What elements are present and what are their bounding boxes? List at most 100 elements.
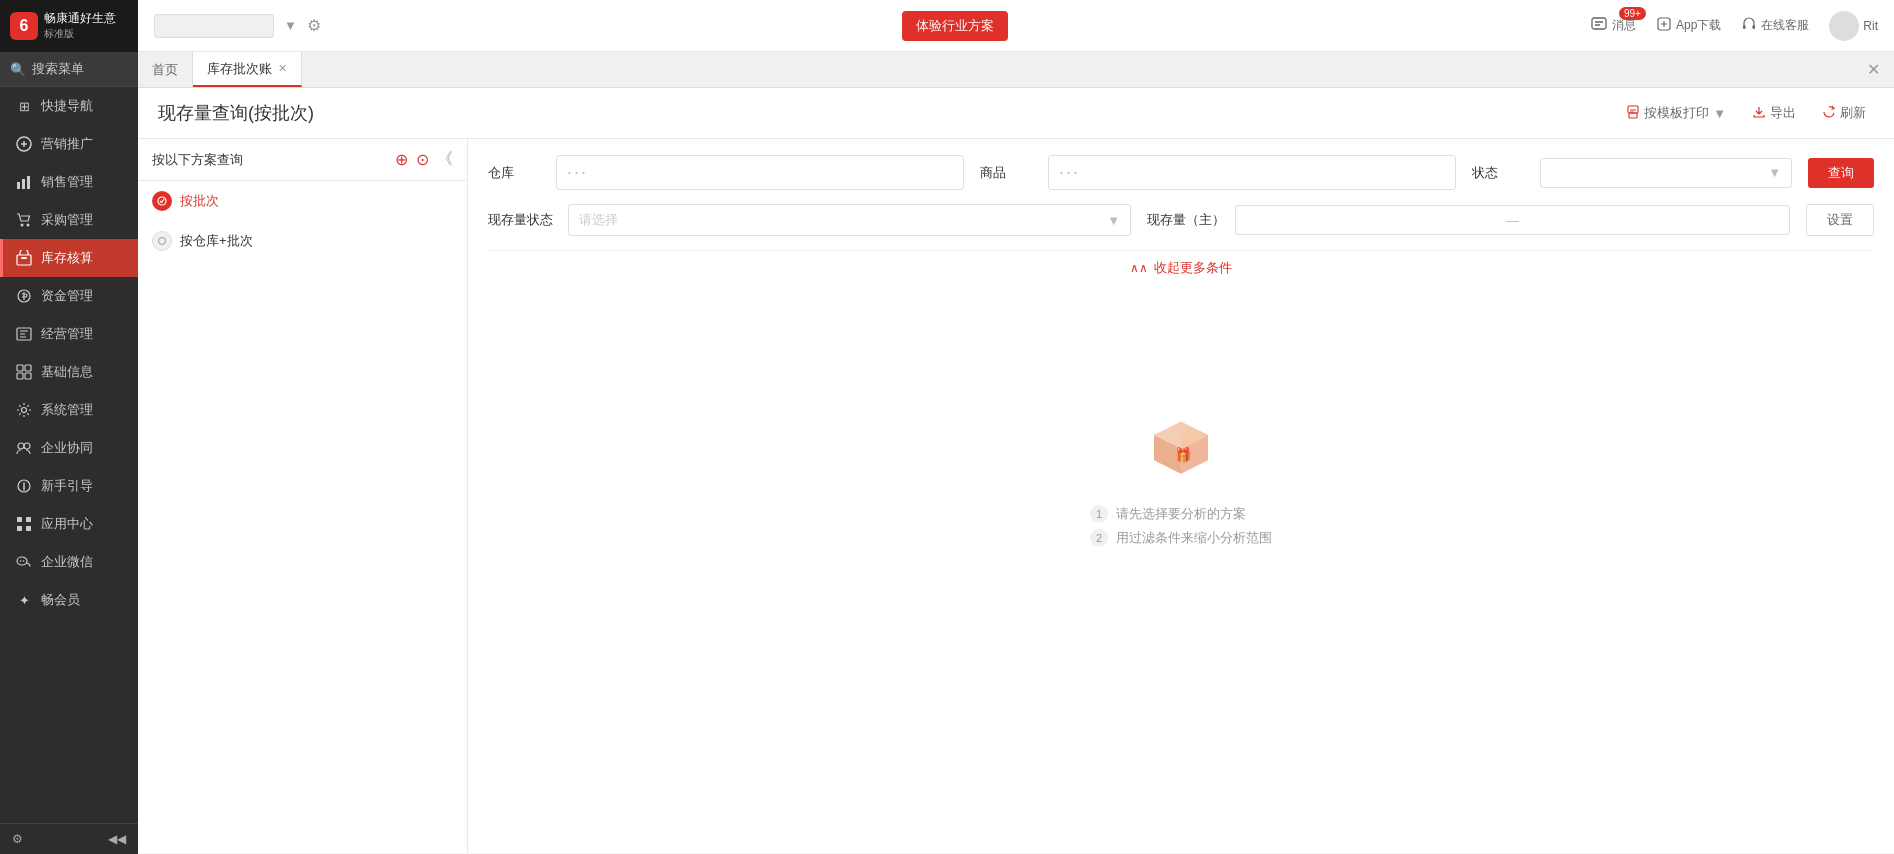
filter-row-1: 仓库 ··· 商品 ··· 状态 [488,155,1874,190]
search-input[interactable] [154,14,274,38]
status-label: 状态 [1472,164,1532,182]
svg-rect-13 [25,373,31,379]
step-1-text: 请先选择要分析的方案 [1116,505,1246,523]
sidebar-search[interactable]: 🔍 搜索菜单 [0,52,138,87]
collapse-more-btn[interactable]: ∧∧ 收起更多条件 [488,250,1874,285]
tab-close-icon[interactable]: ✕ [278,62,287,75]
settings-btn[interactable]: 设置 [1806,204,1874,236]
sidebar-item-label: 企业协同 [41,439,93,457]
tab-home[interactable]: 首页 [138,52,193,87]
settings-icon[interactable]: ⚙ [307,16,321,35]
add-filter-icon[interactable]: ⊕ [395,150,408,169]
sidebar-item-label: 库存核算 [41,249,93,267]
sidebar-item-label: 基础信息 [41,363,93,381]
member-icon: ✦ [15,591,33,609]
sidebar-item-marketing[interactable]: 营销推广 [0,125,138,163]
warehouse-label: 仓库 [488,164,548,182]
refresh-icon [1822,105,1836,122]
svg-rect-2 [22,179,25,189]
svg-rect-21 [26,526,31,531]
print-btn[interactable]: 按模板打印 ▼ [1618,100,1734,126]
stock-qty-input[interactable]: — [1235,205,1790,235]
message-icon [1590,15,1608,36]
sidebar-item-label: 畅会员 [41,591,80,609]
filter-item-by-warehouse-batch[interactable]: 按仓库+批次 [138,221,467,261]
filter-panel: 按以下方案查询 ⊕ ⊙ 《 按批次 [138,139,1894,853]
svg-text:🎁: 🎁 [1174,446,1192,464]
main-area: ▼ ⚙ 体验行业方案 消息 99+ App下载 [138,0,1894,854]
user-profile[interactable]: Rit [1829,11,1878,41]
settings-footer-btn[interactable]: ⚙ [12,832,23,846]
filter-item-label-warehouse-batch: 按仓库+批次 [180,232,253,250]
svg-point-14 [22,408,27,413]
collapse-filter-icon[interactable]: 《 [437,149,453,170]
product-field: 商品 ··· [980,155,1456,190]
experience-btn[interactable]: 体验行业方案 [902,11,1008,41]
svg-rect-27 [1743,25,1746,29]
sidebar-item-inventory[interactable]: 库存核算 [0,239,138,277]
print-dropdown-icon[interactable]: ▼ [1713,106,1726,121]
sidebar-item-operation[interactable]: 经营管理 [0,315,138,353]
top-bar-left: ▼ ⚙ [154,14,321,38]
stock-status-select[interactable]: 请选择 ▼ [568,204,1131,236]
tab-bar: 首页 库存批次账 ✕ ✕ [138,52,1894,88]
svg-point-4 [21,224,24,227]
warehouse-input[interactable]: ··· [556,155,964,190]
status-select[interactable]: ▼ [1540,158,1792,188]
system-icon [15,401,33,419]
app-info: 畅康通好生意 标准版 [44,11,116,41]
collapse-chevron-icon: ∧∧ [1130,261,1148,275]
inventory-icon [15,249,33,267]
search-label: 搜索菜单 [32,60,84,78]
messages-badge: 99+ [1619,7,1646,20]
sidebar-item-member[interactable]: ✦ 畅会员 [0,581,138,619]
app-center-icon [15,515,33,533]
sidebar-item-purchase[interactable]: 采购管理 [0,201,138,239]
sidebar-item-basic[interactable]: 基础信息 [0,353,138,391]
product-input[interactable]: ··· [1048,155,1456,190]
export-btn[interactable]: 导出 [1744,100,1804,126]
sidebar-item-app-center[interactable]: 应用中心 [0,505,138,543]
sidebar-item-finance[interactable]: 资金管理 [0,277,138,315]
stock-status-field: 现存量状态 请选择 ▼ [488,204,1131,236]
sidebar-item-sales[interactable]: 销售管理 [0,163,138,201]
online-support-label: 在线客服 [1761,17,1809,34]
svg-rect-1 [17,182,20,189]
operation-icon [15,325,33,343]
export-label: 导出 [1770,104,1796,122]
sidebar-item-corp-wechat[interactable]: 企业微信 [0,543,138,581]
app-download-btn[interactable]: App下载 [1656,16,1721,35]
filter-item-icon-batch [152,191,172,211]
status-field: 状态 ▼ [1472,158,1792,188]
headset-icon [1741,16,1757,35]
page-title: 现存量查询(按批次) [158,101,314,125]
svg-rect-12 [17,373,23,379]
sidebar-item-system[interactable]: 系统管理 [0,391,138,429]
sidebar-item-corp-collab[interactable]: 企业协同 [0,429,138,467]
query-btn[interactable]: 查询 [1808,158,1874,188]
tab-panel-close-btn[interactable]: ✕ [1853,52,1894,87]
stock-qty-field: 现存量（主） — [1147,205,1790,235]
tab-inventory-batch-label: 库存批次账 [207,60,272,78]
sidebar: 6 畅康通好生意 标准版 🔍 搜索菜单 ⊞ 快捷导航 营销推广 销售管理 [0,0,138,854]
messages-btn[interactable]: 消息 99+ [1590,15,1636,36]
sales-icon [15,173,33,191]
app-download-icon [1656,16,1672,35]
sidebar-item-label: 企业微信 [41,553,93,571]
refresh-btn[interactable]: 刷新 [1814,100,1874,126]
tab-inventory-batch[interactable]: 库存批次账 ✕ [193,52,302,87]
svg-point-15 [18,443,24,449]
app-name: 畅康通好生意 [44,11,116,27]
sidebar-item-guide[interactable]: 新手引导 [0,467,138,505]
online-support-btn[interactable]: 在线客服 [1741,16,1809,35]
collapse-sidebar-btn[interactable]: ◀◀ [108,832,126,846]
sidebar-footer: ⚙ ◀◀ [0,823,138,854]
empty-state: 🎁 1 请先选择要分析的方案 2 用过滤条件来缩小分析范围 [468,301,1894,651]
settings-filter-icon[interactable]: ⊙ [416,150,429,169]
sidebar-item-quick-nav[interactable]: ⊞ 快捷导航 [0,87,138,125]
filter-item-by-batch[interactable]: 按批次 [138,181,467,221]
stock-qty-placeholder: — [1506,213,1519,228]
print-icon [1626,105,1640,122]
svg-point-22 [17,557,27,565]
dropdown-arrow-icon[interactable]: ▼ [284,18,297,33]
